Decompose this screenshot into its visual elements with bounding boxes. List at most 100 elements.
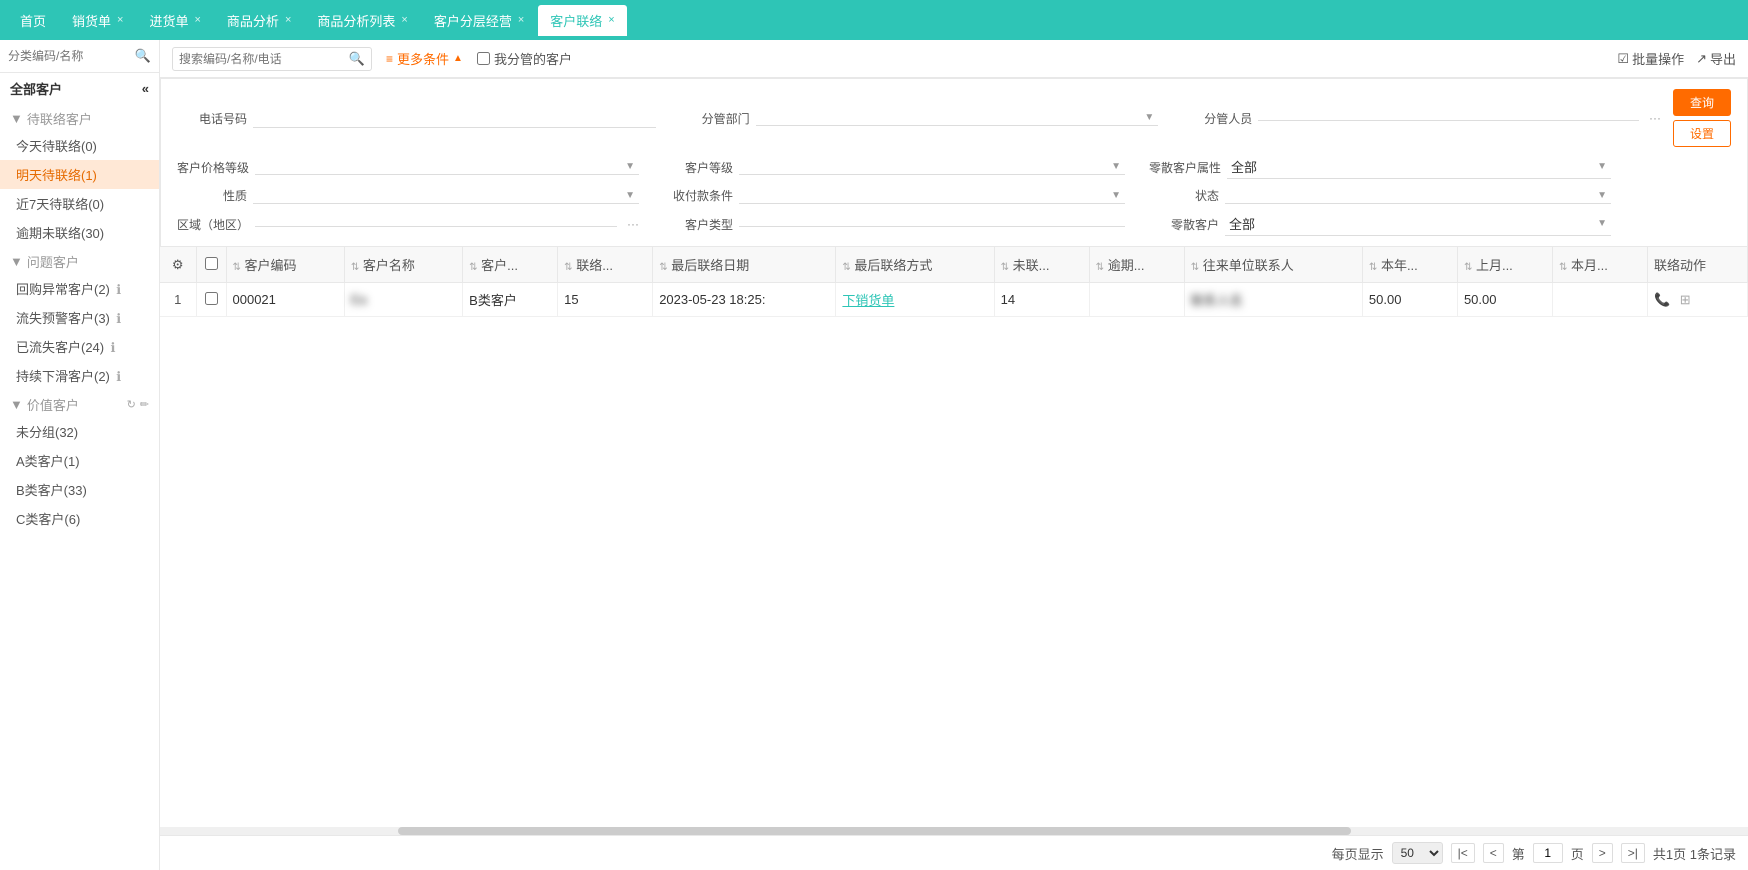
- filter-retail-attr-select[interactable]: 全部 ▼: [1227, 155, 1611, 179]
- col-contact-person[interactable]: ⇅ 往来单位联系人: [1184, 247, 1362, 283]
- nav-product-analysis[interactable]: 商品分析 ×: [215, 5, 303, 36]
- filter-customer-type-select[interactable]: [739, 222, 1125, 227]
- sort-icon: ⇅: [1559, 262, 1567, 273]
- sidebar-item-overdue-contact[interactable]: 逾期未联络(30): [0, 218, 159, 247]
- nav-home[interactable]: 首页: [8, 5, 58, 36]
- group-pending-contact[interactable]: ▼ 待联络客户: [0, 104, 159, 131]
- settings-button[interactable]: 设置: [1673, 120, 1731, 147]
- filter-panel: 电话号码 分管部门 ▼ 分管人员 ···: [160, 78, 1748, 247]
- filter-nature-select[interactable]: ▼: [253, 188, 639, 204]
- col-customer-type[interactable]: ⇅ 客户...: [463, 247, 558, 283]
- contact-method-link[interactable]: 下销货单: [842, 293, 894, 308]
- scrollbar-thumb[interactable]: [398, 827, 1351, 835]
- my-customers-checkbox[interactable]: [477, 52, 490, 65]
- customers-table: ⚙ ⇅ 客户编码 ⇅ 客户名称: [160, 247, 1748, 317]
- row-last-month: 50.00: [1457, 283, 1552, 317]
- search-icon[interactable]: 🔍: [135, 48, 151, 64]
- close-icon[interactable]: ×: [117, 14, 123, 26]
- first-page-btn[interactable]: |<: [1451, 843, 1475, 863]
- per-page-select[interactable]: 50 100 200: [1392, 842, 1443, 864]
- more-icon[interactable]: ···: [627, 217, 639, 231]
- col-customer-name[interactable]: ⇅ 客户名称: [344, 247, 462, 283]
- chevron-down-icon: ▼: [1597, 218, 1607, 229]
- filter-dept-select[interactable]: ▼: [756, 110, 1159, 126]
- collapse-icon[interactable]: «: [142, 81, 149, 96]
- sidebar-item-declining[interactable]: 持续下滑客户(2) ℹ: [0, 361, 159, 390]
- sidebar-item-churned[interactable]: 已流失客户(24) ℹ: [0, 332, 159, 361]
- col-last-contact-date[interactable]: ⇅ 最后联络日期: [653, 247, 836, 283]
- sidebar-search-input[interactable]: [8, 49, 131, 63]
- nav-purchase-order[interactable]: 进货单 ×: [137, 5, 212, 36]
- sidebar-item-tomorrow-pending[interactable]: 明天待联络(1): [0, 160, 159, 189]
- close-icon[interactable]: ×: [401, 14, 407, 26]
- filter-payment-select[interactable]: ▼: [739, 188, 1125, 204]
- batch-op-btn[interactable]: ☑ 批量操作: [1617, 49, 1684, 68]
- query-button[interactable]: 查询: [1673, 89, 1731, 116]
- search-input[interactable]: [179, 52, 345, 66]
- sidebar-item-7days-pending[interactable]: 近7天待联络(0): [0, 189, 159, 218]
- filter-status-select[interactable]: ▼: [1225, 188, 1611, 204]
- phone-icon[interactable]: 📞: [1654, 292, 1670, 307]
- row-checkbox[interactable]: [196, 283, 226, 317]
- filter-customer-grade-label: 客户等级: [663, 159, 733, 176]
- col-settings[interactable]: ⚙: [160, 247, 196, 283]
- more-filter-btn[interactable]: ≡ 更多条件 ▲: [380, 46, 469, 71]
- sidebar-item-class-b[interactable]: B类客户(33): [0, 475, 159, 504]
- select-all-checkbox[interactable]: [205, 257, 218, 270]
- close-icon[interactable]: ×: [518, 14, 524, 26]
- col-overdue[interactable]: ⇅ 逾期...: [1089, 247, 1184, 283]
- main-layout: 🔍 全部客户 « ▼ 待联络客户 今天待联络(0) 明天待联络(1) 近7天待联…: [0, 40, 1748, 870]
- page-number-input[interactable]: [1533, 843, 1563, 863]
- export-btn[interactable]: ↗ 导出: [1696, 49, 1736, 68]
- filter-phone-input[interactable]: [253, 109, 656, 128]
- grid-icon[interactable]: ⊞: [1680, 292, 1691, 307]
- all-customers-header[interactable]: 全部客户 «: [0, 73, 159, 104]
- gear-icon[interactable]: ⚙: [172, 257, 184, 272]
- sidebar-item-repurchase-abnormal[interactable]: 回购异常客户(2) ℹ: [0, 274, 159, 303]
- col-contact-count[interactable]: ⇅ 联络...: [558, 247, 653, 283]
- sidebar: 🔍 全部客户 « ▼ 待联络客户 今天待联络(0) 明天待联络(1) 近7天待联…: [0, 40, 160, 870]
- close-icon[interactable]: ×: [608, 14, 614, 26]
- my-customers-checkbox-label[interactable]: 我分管的客户: [477, 49, 572, 68]
- sidebar-item-today-pending[interactable]: 今天待联络(0): [0, 131, 159, 160]
- close-icon[interactable]: ×: [285, 14, 291, 26]
- refresh-icon[interactable]: ↻: [127, 398, 136, 411]
- last-page-btn[interactable]: >|: [1621, 843, 1645, 863]
- group-value-customers[interactable]: ▼ 价值客户 ↻ ✏: [0, 390, 159, 417]
- nav-sales-order[interactable]: 销货单 ×: [60, 5, 135, 36]
- col-unlisted[interactable]: ⇅ 未联...: [994, 247, 1089, 283]
- col-checkbox[interactable]: [196, 247, 226, 283]
- filter-customer-grade-select[interactable]: ▼: [739, 159, 1125, 175]
- search-icon[interactable]: 🔍: [349, 51, 365, 67]
- filter-retail-customer-select[interactable]: 全部 ▼: [1225, 212, 1611, 236]
- close-icon[interactable]: ×: [194, 14, 200, 26]
- sidebar-item-class-a[interactable]: A类客户(1): [0, 446, 159, 475]
- nav-product-analysis-list[interactable]: 商品分析列表 ×: [305, 5, 419, 36]
- col-last-contact-method[interactable]: ⇅ 最后联络方式: [836, 247, 994, 283]
- col-customer-code[interactable]: ⇅ 客户编码: [226, 247, 344, 283]
- filter-retail-attr-label: 零散客户属性: [1149, 159, 1221, 176]
- filter-price-grade-select[interactable]: ▼: [255, 159, 639, 175]
- chevron-down-icon: ▼: [1144, 112, 1154, 123]
- group-problem-customers[interactable]: ▼ 问题客户: [0, 247, 159, 274]
- col-last-month[interactable]: ⇅ 上月...: [1457, 247, 1552, 283]
- row-last-method[interactable]: 下销货单: [836, 283, 994, 317]
- filter-manager-select[interactable]: [1258, 116, 1639, 121]
- sidebar-item-churn-warning[interactable]: 流失预警客户(3) ℹ: [0, 303, 159, 332]
- chevron-down-icon: ▼: [1597, 190, 1607, 201]
- horizontal-scrollbar[interactable]: [160, 827, 1748, 835]
- more-icon[interactable]: ···: [1649, 111, 1661, 125]
- edit-icon[interactable]: ✏: [140, 398, 149, 411]
- nav-customer-tier[interactable]: 客户分层经营 ×: [422, 5, 536, 36]
- col-this-month[interactable]: ⇅ 本月...: [1552, 247, 1647, 283]
- col-this-year[interactable]: ⇅ 本年...: [1362, 247, 1457, 283]
- next-page-btn[interactable]: >: [1592, 843, 1613, 863]
- sidebar-item-ungrouped[interactable]: 未分组(32): [0, 417, 159, 446]
- nav-customer-contact[interactable]: 客户联络 ×: [538, 5, 626, 36]
- sidebar-item-class-c[interactable]: C类客户(6): [0, 504, 159, 533]
- prev-page-btn[interactable]: <: [1483, 843, 1504, 863]
- row-select-checkbox[interactable]: [205, 292, 218, 305]
- row-this-month: [1552, 283, 1647, 317]
- sort-icon: ⇅: [1369, 262, 1377, 273]
- filter-region-select[interactable]: [255, 222, 617, 227]
